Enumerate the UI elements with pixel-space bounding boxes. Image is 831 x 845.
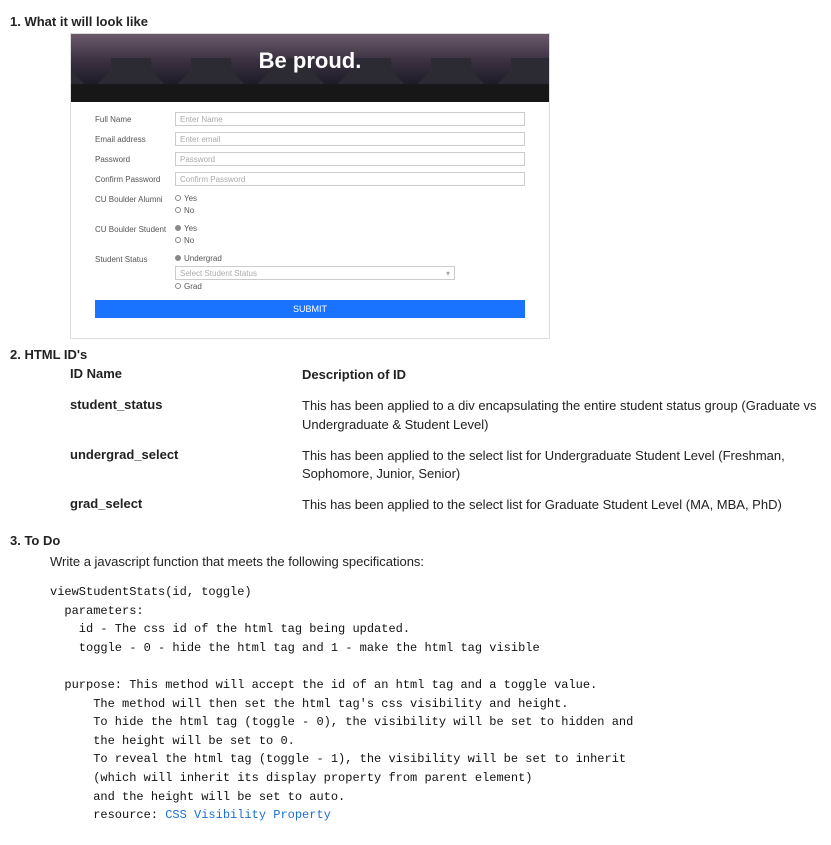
- id-description: This has been applied to a div encapsula…: [302, 397, 821, 435]
- label-password: Password: [95, 152, 175, 164]
- label-alumni: CU Boulder Alumni: [95, 192, 175, 204]
- radio-status-grad[interactable]: [175, 283, 181, 289]
- select-placeholder: Select Student Status: [180, 269, 257, 278]
- id-description: This has been applied to the select list…: [302, 496, 821, 515]
- table-row: student_status This has been applied to …: [70, 397, 821, 435]
- id-description: This has been applied to the select list…: [302, 447, 821, 485]
- label-cu-student: CU Boulder Student: [95, 222, 175, 234]
- label-student-status: Student Status: [95, 252, 175, 264]
- section-1-heading: 1. What it will look like: [10, 14, 821, 29]
- radio-alumni-no[interactable]: [175, 207, 181, 213]
- id-name: student_status: [70, 397, 302, 435]
- shot-credit: [71, 332, 549, 338]
- radio-label-yes: Yes: [184, 194, 197, 203]
- radio-label-no: No: [184, 206, 194, 215]
- radio-status-undergrad[interactable]: [175, 255, 181, 261]
- input-password[interactable]: Password: [175, 152, 525, 166]
- section-2-heading: 2. HTML ID's: [10, 347, 821, 362]
- section-3-heading: 3. To Do: [10, 533, 821, 548]
- code-body: viewStudentStats(id, toggle) parameters:…: [50, 585, 633, 822]
- label-confirm-password: Confirm Password: [95, 172, 175, 184]
- col-head-id-name: ID Name: [70, 366, 302, 385]
- radio-group-alumni: Yes No: [175, 192, 525, 216]
- radio-label-no: No: [184, 236, 194, 245]
- table-row: grad_select This has been applied to the…: [70, 496, 821, 515]
- input-full-name[interactable]: Enter Name: [175, 112, 525, 126]
- banner-headline: Be proud.: [71, 48, 549, 74]
- banner-crowd: [71, 84, 549, 102]
- id-table-header: ID Name Description of ID: [70, 366, 821, 385]
- submit-button[interactable]: SUBMIT: [95, 300, 525, 318]
- radio-label-undergrad: Undergrad: [184, 254, 222, 263]
- student-status-group: Undergrad Select Student Status ▾ Grad: [175, 252, 525, 292]
- code-block: viewStudentStats(id, toggle) parameters:…: [50, 583, 821, 825]
- id-name: grad_select: [70, 496, 302, 515]
- hero-banner: Be proud.: [71, 34, 549, 102]
- radio-student-yes[interactable]: [175, 225, 181, 231]
- radio-label-grad: Grad: [184, 282, 202, 291]
- radio-label-yes: Yes: [184, 224, 197, 233]
- todo-intro: Write a javascript function that meets t…: [50, 554, 821, 569]
- radio-alumni-yes[interactable]: [175, 195, 181, 201]
- signup-form: Full Name Enter Name Email address Enter…: [71, 102, 549, 332]
- input-confirm-password[interactable]: Confirm Password: [175, 172, 525, 186]
- chevron-down-icon: ▾: [446, 269, 450, 278]
- radio-student-no[interactable]: [175, 237, 181, 243]
- css-visibility-link[interactable]: CSS Visibility Property: [165, 808, 331, 822]
- label-full-name: Full Name: [95, 112, 175, 124]
- screenshot-card: Be proud. Full Name Enter Name Email add…: [70, 33, 550, 339]
- select-student-status[interactable]: Select Student Status ▾: [175, 266, 455, 280]
- id-name: undergrad_select: [70, 447, 302, 485]
- col-head-description: Description of ID: [302, 366, 821, 385]
- table-row: undergrad_select This has been applied t…: [70, 447, 821, 485]
- input-email[interactable]: Enter email: [175, 132, 525, 146]
- label-email: Email address: [95, 132, 175, 144]
- id-table: ID Name Description of ID student_status…: [70, 366, 821, 515]
- radio-group-student: Yes No: [175, 222, 525, 246]
